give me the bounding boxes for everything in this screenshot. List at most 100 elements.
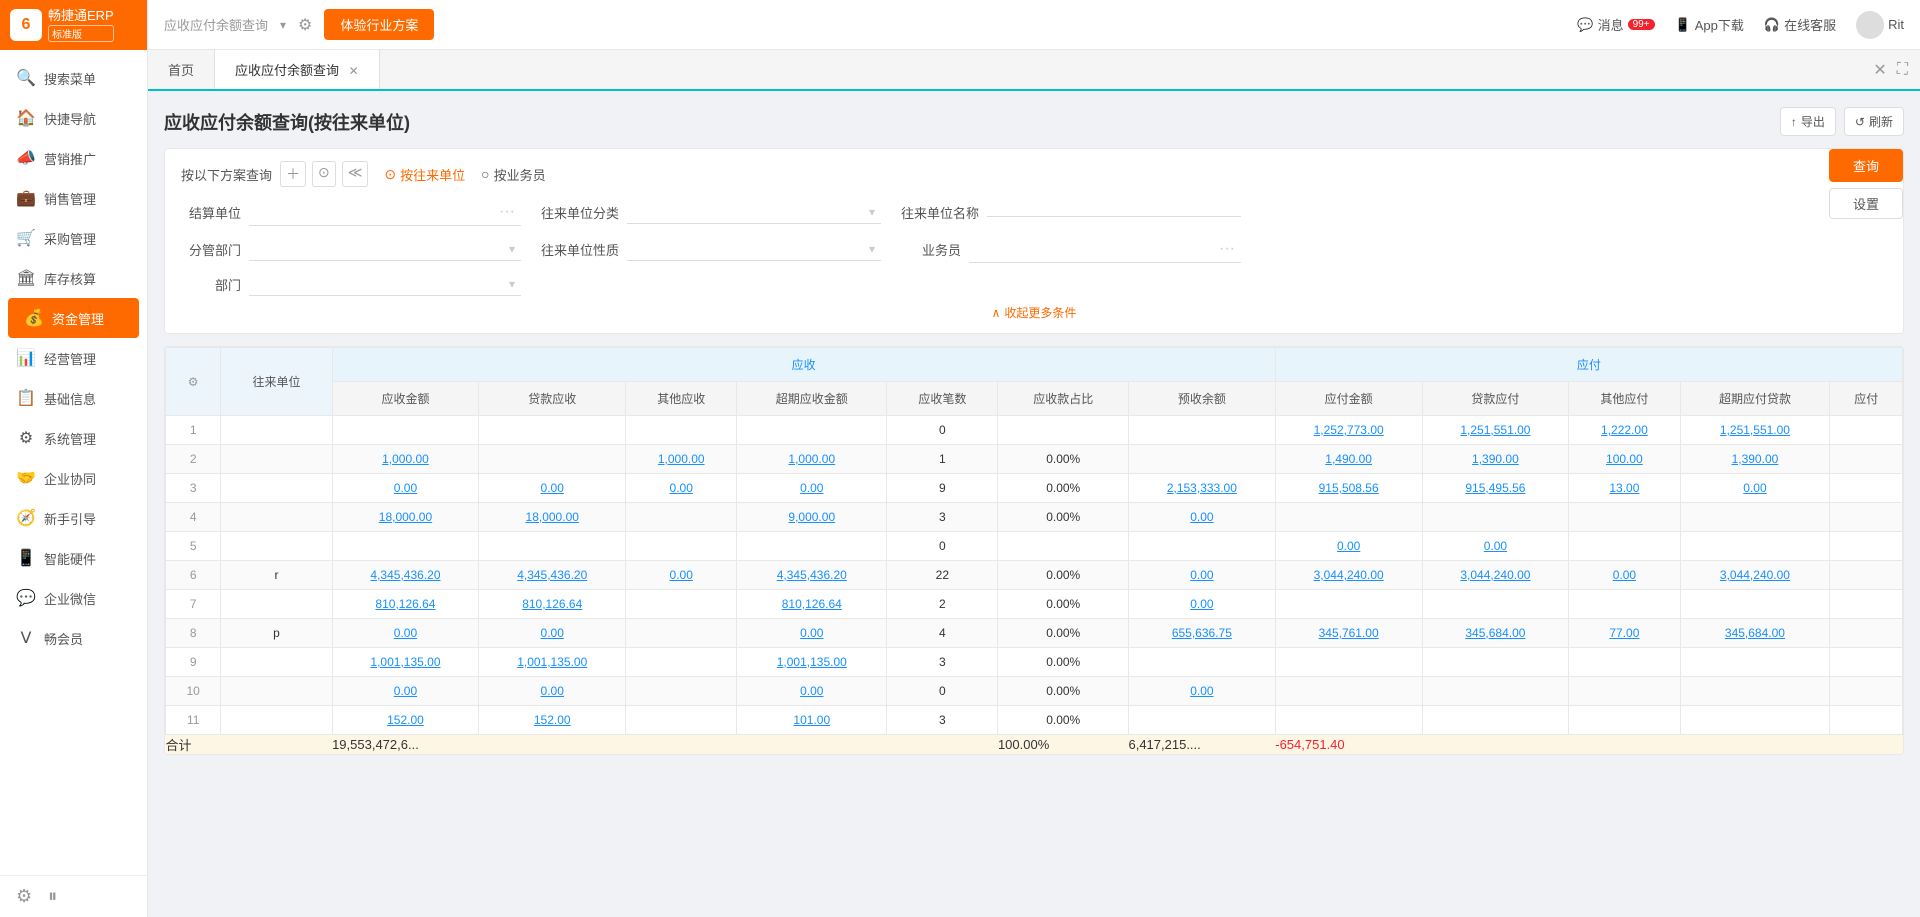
table-cell[interactable]: 0.00 xyxy=(332,474,479,503)
sidebar-item-wechat[interactable]: 💬 企业微信 xyxy=(0,578,147,618)
sidebar-item-sales[interactable]: 💼 销售管理 xyxy=(0,178,147,218)
table-cell[interactable]: 810,126.64 xyxy=(479,590,626,619)
table-cell[interactable]: 1,390.00 xyxy=(1680,445,1830,474)
table-cell[interactable]: 4,345,436.20 xyxy=(332,561,479,590)
table-cell[interactable]: 0.00 xyxy=(1422,532,1569,561)
tab-close-icon[interactable]: ✕ xyxy=(349,64,359,78)
table-cell[interactable]: 0.00 xyxy=(332,619,479,648)
filter-collapse-icon[interactable]: ≪ xyxy=(342,161,369,187)
table-cell[interactable]: 152.00 xyxy=(479,706,626,735)
sidebar-item-guide[interactable]: 🧭 新手引导 xyxy=(0,498,147,538)
table-cell[interactable]: 1,001,135.00 xyxy=(479,648,626,677)
table-cell[interactable]: 18,000.00 xyxy=(332,503,479,532)
tab-home[interactable]: 首页 xyxy=(148,50,215,89)
service-btn[interactable]: 🎧 在线客服 xyxy=(1764,15,1836,34)
table-cell[interactable]: 0.00 xyxy=(1569,561,1680,590)
sidebar-item-search-menu[interactable]: 🔍 搜索菜单 xyxy=(0,58,147,98)
dept-select[interactable]: ▾ xyxy=(249,273,521,296)
table-cell[interactable]: 810,126.64 xyxy=(332,590,479,619)
sidebar-item-system[interactable]: ⚙ 系统管理 xyxy=(0,418,147,458)
table-cell[interactable]: 915,508.56 xyxy=(1275,474,1422,503)
message-btn[interactable]: 💬 消息 99+ xyxy=(1577,15,1654,34)
unit-nature-select[interactable]: ▾ xyxy=(627,238,881,261)
filter-settings-icon[interactable]: ⊙ xyxy=(312,161,336,187)
table-cell[interactable]: 1,000.00 xyxy=(737,445,887,474)
table-cell[interactable]: 0.00 xyxy=(737,619,887,648)
settings-btn[interactable]: ⚙ xyxy=(16,886,32,907)
table-cell[interactable]: 100.00 xyxy=(1569,445,1680,474)
sidebar-item-marketing[interactable]: 📣 营销推广 xyxy=(0,138,147,178)
filter-add-icon[interactable]: ＋ xyxy=(280,161,306,187)
table-cell[interactable]: 810,126.64 xyxy=(737,590,887,619)
table-cell[interactable]: 345,684.00 xyxy=(1422,619,1569,648)
table-cell[interactable]: 0.00 xyxy=(1680,474,1830,503)
table-cell[interactable]: 3,044,240.00 xyxy=(1422,561,1569,590)
table-cell[interactable]: 655,636.75 xyxy=(1128,619,1275,648)
table-settings-icon[interactable]: ⚙ xyxy=(188,375,199,389)
table-cell[interactable]: 1,251,551.00 xyxy=(1422,416,1569,445)
table-cell[interactable]: 0.00 xyxy=(1128,677,1275,706)
sidebar-item-inventory[interactable]: 🏛 库存核算 xyxy=(0,258,147,298)
sidebar-item-enterprise[interactable]: 🤝 企业协同 xyxy=(0,458,147,498)
trial-button[interactable]: 体验行业方案 xyxy=(324,9,434,40)
settings-gear-icon[interactable]: ⚙ xyxy=(298,15,312,35)
table-cell[interactable]: 1,001,135.00 xyxy=(332,648,479,677)
sidebar-item-member[interactable]: Ⅴ 畅会员 xyxy=(0,618,147,658)
sidebar-item-operation[interactable]: 📊 经营管理 xyxy=(0,338,147,378)
unit-name-input[interactable] xyxy=(987,208,1241,217)
filter-mode-by-unit[interactable]: ⊙ 按往来单位 xyxy=(384,165,465,184)
export-button[interactable]: ↑ 导出 xyxy=(1780,107,1836,136)
table-cell[interactable]: 1,390.00 xyxy=(1422,445,1569,474)
salesperson-input[interactable]: ··· xyxy=(969,236,1241,263)
table-cell[interactable]: 0.00 xyxy=(1128,503,1275,532)
table-cell[interactable]: 1,001,135.00 xyxy=(737,648,887,677)
table-cell[interactable]: 0.00 xyxy=(626,561,737,590)
dept-manage-select[interactable]: ▾ xyxy=(249,238,521,261)
query-button[interactable]: 查询 xyxy=(1829,149,1903,182)
table-cell[interactable]: 3,044,240.00 xyxy=(1275,561,1422,590)
table-cell[interactable]: 0.00 xyxy=(479,474,626,503)
table-cell[interactable]: 1,251,551.00 xyxy=(1680,416,1830,445)
sidebar-item-fund[interactable]: 💰 资金管理 xyxy=(8,298,139,338)
tab-close-all-icon[interactable]: ✕ xyxy=(1873,60,1886,80)
table-cell[interactable]: 4,345,436.20 xyxy=(479,561,626,590)
table-cell[interactable]: 9,000.00 xyxy=(737,503,887,532)
collapse-btn[interactable]: ⏸ xyxy=(48,886,57,907)
table-cell[interactable]: 0.00 xyxy=(626,474,737,503)
sidebar-item-basic[interactable]: 📋 基础信息 xyxy=(0,378,147,418)
table-cell[interactable]: 1,490.00 xyxy=(1275,445,1422,474)
table-cell[interactable]: 345,684.00 xyxy=(1680,619,1830,648)
table-cell[interactable]: 1,000.00 xyxy=(626,445,737,474)
table-cell[interactable]: 0.00 xyxy=(479,619,626,648)
table-cell[interactable]: 77.00 xyxy=(1569,619,1680,648)
sidebar-item-purchase[interactable]: 🛒 采购管理 xyxy=(0,218,147,258)
table-cell[interactable]: 0.00 xyxy=(1128,590,1275,619)
settlement-unit-input[interactable]: ··· xyxy=(249,199,521,226)
setting-button[interactable]: 设置 xyxy=(1829,188,1903,219)
refresh-button[interactable]: ↺ 刷新 xyxy=(1844,107,1904,136)
table-cell[interactable]: 4,345,436.20 xyxy=(737,561,887,590)
table-cell[interactable]: 1,252,773.00 xyxy=(1275,416,1422,445)
filter-mode-by-staff[interactable]: ○ 按业务员 xyxy=(481,165,545,184)
tab-query[interactable]: 应收应付余额查询 ✕ xyxy=(215,50,380,89)
filter-collapse-btn[interactable]: ∧ 收起更多条件 xyxy=(181,304,1887,321)
table-cell[interactable]: 101.00 xyxy=(737,706,887,735)
table-cell[interactable]: 915,495.56 xyxy=(1422,474,1569,503)
tab-maximize-icon[interactable]: ⛶ xyxy=(1897,61,1908,79)
table-cell[interactable]: 1,222.00 xyxy=(1569,416,1680,445)
table-cell[interactable]: 2,153,333.00 xyxy=(1128,474,1275,503)
table-cell[interactable]: 13.00 xyxy=(1569,474,1680,503)
user-avatar[interactable]: Rit xyxy=(1856,11,1904,39)
table-cell[interactable]: 0.00 xyxy=(332,677,479,706)
table-cell[interactable]: 1,000.00 xyxy=(332,445,479,474)
table-cell[interactable]: 18,000.00 xyxy=(479,503,626,532)
sidebar-item-hardware[interactable]: 📱 智能硬件 xyxy=(0,538,147,578)
table-cell[interactable]: 152.00 xyxy=(332,706,479,735)
table-cell[interactable]: 0.00 xyxy=(479,677,626,706)
table-cell[interactable]: 3,044,240.00 xyxy=(1680,561,1830,590)
app-download-btn[interactable]: 📱 App下载 xyxy=(1675,15,1744,34)
table-cell[interactable]: 0.00 xyxy=(737,677,887,706)
sidebar-item-quick-nav[interactable]: 🏠 快捷导航 xyxy=(0,98,147,138)
table-cell[interactable]: 345,761.00 xyxy=(1275,619,1422,648)
table-cell[interactable]: 0.00 xyxy=(737,474,887,503)
